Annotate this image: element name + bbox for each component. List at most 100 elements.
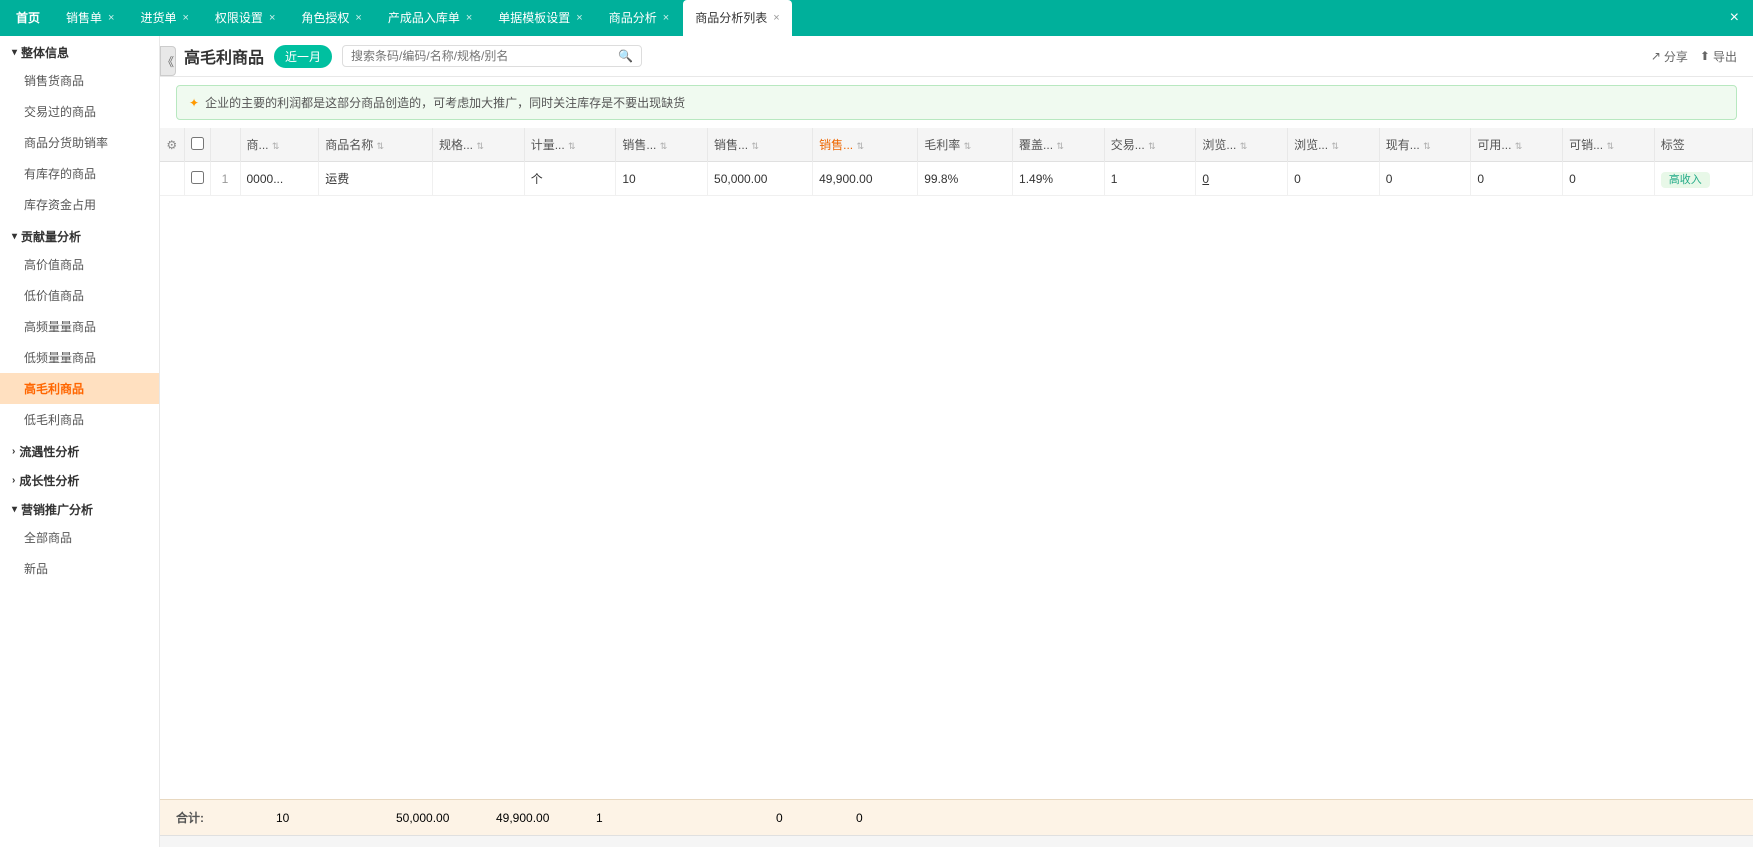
- nav-tab-templates[interactable]: 单据模板设置 ×: [486, 0, 594, 36]
- sidebar-section-growth-label: 成长性分析: [19, 472, 79, 489]
- sort-unit-icon[interactable]: ⇅: [568, 141, 576, 151]
- sidebar-item-low-margin[interactable]: 低毛利商品: [0, 404, 159, 435]
- sidebar-item-in-stock[interactable]: 有库存的商品: [0, 158, 159, 189]
- sort-available-icon[interactable]: ⇅: [1515, 141, 1523, 151]
- sidebar-item-new-products[interactable]: 新品: [0, 553, 159, 584]
- th-tag: 标签: [1654, 128, 1752, 162]
- nav-tab-home[interactable]: 首页: [4, 0, 52, 36]
- th-gear[interactable]: ⚙: [160, 128, 184, 162]
- nav-tab-roles[interactable]: 角色授权 ×: [289, 0, 373, 36]
- sort-browse1-icon[interactable]: ⇅: [1240, 141, 1248, 151]
- select-all-checkbox[interactable]: [191, 137, 204, 150]
- sidebar-item-low-freq[interactable]: 低频量量商品: [0, 342, 159, 373]
- sidebar-item-all-products[interactable]: 全部商品: [0, 522, 159, 553]
- close-analysis-list-tab[interactable]: ×: [773, 0, 779, 36]
- sidebar-section-trend[interactable]: › 流遇性分析: [0, 435, 159, 464]
- th-product-name[interactable]: 商品名称 ⇅: [319, 128, 433, 162]
- th-sales-cost[interactable]: 销售... ⇅: [813, 128, 918, 162]
- collapse-arrow-trend: ›: [12, 446, 15, 457]
- close-products-tab[interactable]: ×: [466, 0, 472, 36]
- sort-spec-icon[interactable]: ⇅: [476, 141, 484, 151]
- th-coverage[interactable]: 覆盖... ⇅: [1013, 128, 1105, 162]
- nav-tab-analysis-list[interactable]: 商品分析列表 ×: [683, 0, 791, 36]
- sidebar-item-traded[interactable]: 交易过的商品: [0, 96, 159, 127]
- horizontal-scrollbar[interactable]: [160, 835, 1753, 847]
- td-checkbox[interactable]: [184, 162, 210, 196]
- filter-recent-month-button[interactable]: 近一月: [274, 45, 332, 68]
- sidebar-collapse-button[interactable]: 《: [160, 46, 176, 76]
- footer-total: 合计: 10 50,000.00 49,900.00 1 0 0: [160, 799, 1753, 835]
- sort-gross-margin-icon[interactable]: ⇅: [964, 141, 972, 151]
- export-button[interactable]: ⬆ 导出: [1700, 48, 1737, 65]
- td-browse1[interactable]: 0: [1196, 162, 1288, 196]
- sort-sales-amount-icon[interactable]: ⇅: [751, 141, 759, 151]
- td-gear: [160, 162, 184, 196]
- footer-transactions: 1: [596, 811, 776, 825]
- nav-tab-products[interactable]: 产成品入库单 ×: [376, 0, 484, 36]
- share-button[interactable]: ↗ 分享: [1651, 48, 1688, 65]
- header-actions: ↗ 分享 ⬆ 导出: [1651, 48, 1737, 65]
- th-sku-code[interactable]: 商... ⇅: [240, 128, 319, 162]
- sidebar-item-analysis-rate[interactable]: 商品分货助销率: [0, 127, 159, 158]
- nav-tab-analysis[interactable]: 商品分析 ×: [597, 0, 681, 36]
- sort-transactions-icon[interactable]: ⇅: [1148, 141, 1156, 151]
- settings-icon[interactable]: ⚙: [166, 138, 177, 152]
- window-close-button[interactable]: ×: [1720, 9, 1749, 27]
- sidebar-item-top-selling[interactable]: 销售货商品: [0, 65, 159, 96]
- th-unit[interactable]: 计量... ⇅: [524, 128, 616, 162]
- close-templates-tab[interactable]: ×: [576, 0, 582, 36]
- table-container[interactable]: ⚙ 商... ⇅ 商品名称 ⇅: [160, 128, 1753, 799]
- close-permissions-tab[interactable]: ×: [269, 0, 275, 36]
- sidebar-section-growth[interactable]: › 成长性分析: [0, 464, 159, 493]
- top-navigation: 首页 销售单 × 进货单 × 权限设置 × 角色授权 × 产成品入库单 × 单据…: [0, 0, 1753, 36]
- th-browse2[interactable]: 浏览... ⇅: [1288, 128, 1380, 162]
- sidebar-section-marketing[interactable]: ▾ 营销推广分析: [0, 493, 159, 522]
- sort-saleable-icon[interactable]: ⇅: [1606, 141, 1614, 151]
- sidebar: ▾ 整体信息 销售货商品 交易过的商品 商品分货助销率 有库存的商品 库存资金占…: [0, 36, 160, 847]
- search-input[interactable]: [351, 49, 614, 63]
- sidebar-section-overall[interactable]: ▾ 整体信息: [0, 36, 159, 65]
- th-saleable[interactable]: 可销... ⇅: [1563, 128, 1655, 162]
- collapse-arrow-marketing: ▾: [12, 504, 17, 515]
- sort-sales-cost-icon[interactable]: ⇅: [856, 141, 864, 151]
- td-saleable: 0: [1563, 162, 1655, 196]
- sort-sales-qty-icon[interactable]: ⇅: [660, 141, 668, 151]
- th-spec[interactable]: 规格... ⇅: [433, 128, 525, 162]
- sidebar-item-low-value[interactable]: 低价值商品: [0, 280, 159, 311]
- th-available[interactable]: 可用... ⇅: [1471, 128, 1563, 162]
- th-browse1[interactable]: 浏览... ⇅: [1196, 128, 1288, 162]
- td-unit: 个: [524, 162, 616, 196]
- sort-browse2-icon[interactable]: ⇅: [1331, 141, 1339, 151]
- sort-current-stock-icon[interactable]: ⇅: [1423, 141, 1431, 151]
- sort-sku-code-icon[interactable]: ⇅: [272, 141, 280, 151]
- sidebar-section-marketing-label: 营销推广分析: [21, 501, 93, 518]
- sidebar-item-high-freq[interactable]: 高频量量商品: [0, 311, 159, 342]
- products-tab-label: 产成品入库单: [388, 0, 460, 36]
- sort-product-name-icon[interactable]: ⇅: [377, 141, 385, 151]
- nav-tab-purchase[interactable]: 进货单 ×: [128, 0, 200, 36]
- nav-tab-sales[interactable]: 销售单 ×: [54, 0, 126, 36]
- sort-coverage-icon[interactable]: ⇅: [1056, 141, 1064, 151]
- close-sales-tab[interactable]: ×: [108, 0, 114, 36]
- th-sales-qty[interactable]: 销售... ⇅: [616, 128, 708, 162]
- th-gross-margin[interactable]: 毛利率 ⇅: [918, 128, 1013, 162]
- row-checkbox[interactable]: [191, 171, 204, 184]
- sidebar-item-high-value[interactable]: 高价值商品: [0, 249, 159, 280]
- sidebar-item-fund-occupy[interactable]: 库存资金占用: [0, 189, 159, 220]
- home-tab-label: 首页: [16, 0, 40, 36]
- th-transactions[interactable]: 交易... ⇅: [1104, 128, 1196, 162]
- sidebar-section-wealth[interactable]: ▾ 贡献量分析: [0, 220, 159, 249]
- close-purchase-tab[interactable]: ×: [182, 0, 188, 36]
- collapse-arrow-growth: ›: [12, 475, 15, 486]
- th-sales-amount[interactable]: 销售... ⇅: [708, 128, 813, 162]
- search-icon[interactable]: 🔍: [618, 49, 633, 63]
- close-roles-tab[interactable]: ×: [355, 0, 361, 36]
- nav-tab-permissions[interactable]: 权限设置 ×: [203, 0, 287, 36]
- footer-label: 合计:: [176, 809, 276, 826]
- sidebar-item-high-margin[interactable]: 高毛利商品: [0, 373, 159, 404]
- close-analysis-tab[interactable]: ×: [663, 0, 669, 36]
- page-title: 高毛利商品: [184, 44, 264, 68]
- th-current-stock[interactable]: 现有... ⇅: [1379, 128, 1471, 162]
- footer-cells: 10 50,000.00 49,900.00 1 0 0: [276, 811, 1737, 825]
- info-banner-text: 企业的主要的利润都是这部分商品创造的，可考虑加大推广，同时关注库存是不要出现缺货: [205, 94, 685, 111]
